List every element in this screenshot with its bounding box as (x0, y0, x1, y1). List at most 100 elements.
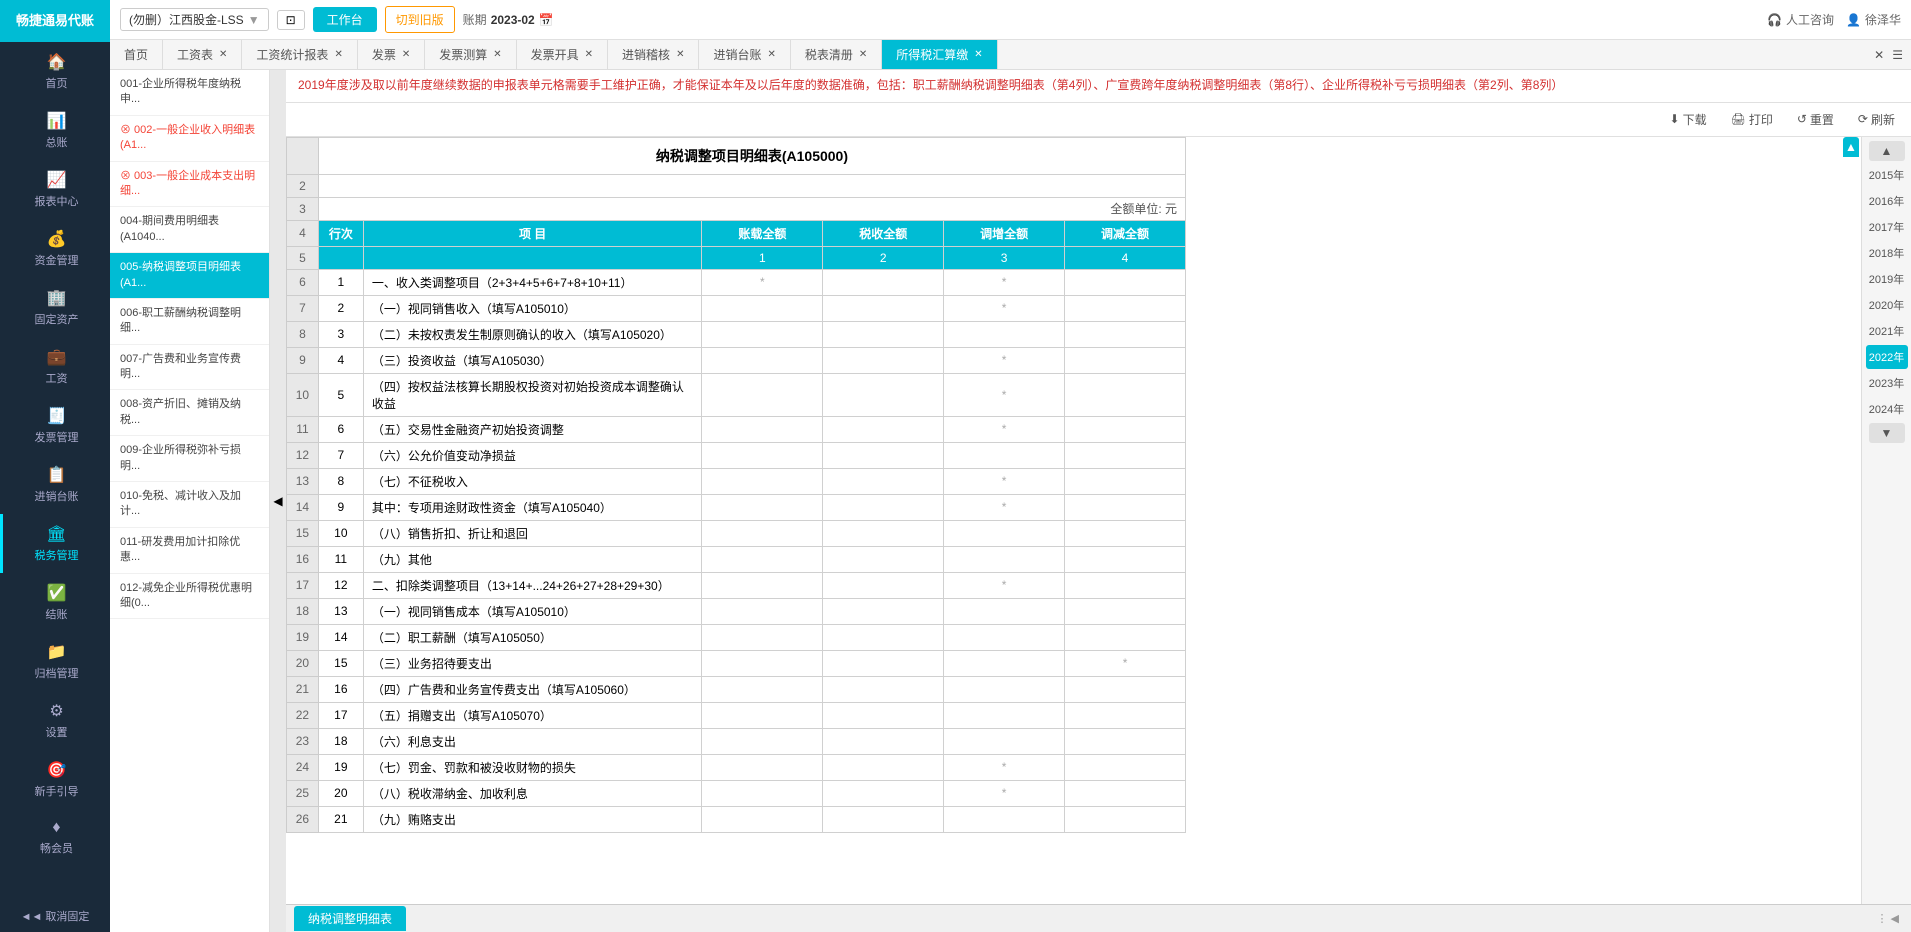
print-button[interactable]: 🖨 打印 (1725, 108, 1779, 131)
tab-invoice-open[interactable]: 发票开具✕ (517, 40, 608, 69)
user-section[interactable]: 👤 徐泽华 (1846, 11, 1901, 28)
col4-cell[interactable] (1065, 269, 1186, 295)
col4-cell[interactable] (1065, 624, 1186, 650)
item-cell[interactable]: （四）按权益法核算长期股权投资对初始投资成本调整确认收益 (363, 373, 702, 416)
year-2015[interactable]: 2015年 (1866, 163, 1908, 187)
col3-cell[interactable] (944, 702, 1065, 728)
old-version-button[interactable]: 切到旧版 (385, 6, 455, 33)
left-item-003[interactable]: ⊗ 003-一般企业成本支出明细... (110, 162, 269, 208)
year-2018[interactable]: 2018年 (1866, 241, 1908, 265)
col2-cell[interactable] (823, 728, 944, 754)
close-tab-income-tax[interactable]: ✕ (974, 49, 982, 60)
col3-cell[interactable]: * (944, 373, 1065, 416)
col4-cell[interactable] (1065, 598, 1186, 624)
calendar-icon[interactable]: 📅 (539, 13, 554, 27)
item-cell[interactable]: （四）广告费和业务宣传费支出（填写A105060） (363, 676, 702, 702)
col3-cell[interactable]: * (944, 295, 1065, 321)
col3-cell[interactable]: * (944, 754, 1065, 780)
item-cell[interactable]: （九）其他 (363, 546, 702, 572)
col2-cell[interactable] (823, 650, 944, 676)
refresh-button[interactable]: ⟳ 刷新 (1852, 108, 1901, 131)
col3-cell[interactable]: * (944, 468, 1065, 494)
item-cell[interactable]: （三）投资收益（填写A105030） (363, 347, 702, 373)
col1-cell[interactable] (702, 373, 823, 416)
col1-cell[interactable] (702, 442, 823, 468)
year-2016[interactable]: 2016年 (1866, 189, 1908, 213)
col1-cell[interactable] (702, 780, 823, 806)
col2-cell[interactable] (823, 295, 944, 321)
col2-cell[interactable] (823, 546, 944, 572)
left-item-005[interactable]: 005-纳税调整项目明细表(A1... (110, 253, 269, 299)
col2-cell[interactable] (823, 676, 944, 702)
item-cell[interactable]: （七）罚金、罚款和被没收财物的损失 (363, 754, 702, 780)
sidebar-item-invoice[interactable]: 🧾 发票管理 (0, 396, 110, 455)
col2-cell[interactable] (823, 347, 944, 373)
item-cell[interactable]: （二）职工薪酬（填写A105050） (363, 624, 702, 650)
tab-invoice-calc[interactable]: 发票测算✕ (425, 40, 516, 69)
sidebar-item-member[interactable]: ♦ 畅会员 (0, 809, 110, 866)
col1-cell[interactable] (702, 321, 823, 347)
support-section[interactable]: 🎧 人工咨询 (1767, 11, 1834, 28)
tab-purchase-ledger[interactable]: 进销台账✕ (699, 40, 790, 69)
sidebar-item-purchase[interactable]: 📋 进销台账 (0, 455, 110, 514)
col1-cell[interactable] (702, 650, 823, 676)
item-cell[interactable]: （九）贿赂支出 (363, 806, 702, 832)
year-2021[interactable]: 2021年 (1866, 319, 1908, 343)
left-item-001[interactable]: 001-企业所得税年度纳税申... (110, 70, 269, 116)
left-item-006[interactable]: 006-职工薪酬纳税调整明细... (110, 299, 269, 345)
sidebar-item-assets[interactable]: 🏢 固定资产 (0, 278, 110, 337)
year-2017[interactable]: 2017年 (1866, 215, 1908, 239)
col1-cell[interactable] (702, 754, 823, 780)
year-2020[interactable]: 2020年 (1866, 293, 1908, 317)
item-cell[interactable]: （六）公允价值变动净损益 (363, 442, 702, 468)
col4-cell[interactable] (1065, 494, 1186, 520)
tab-purchase-check[interactable]: 进销稽核✕ (608, 40, 699, 69)
col1-cell[interactable] (702, 702, 823, 728)
left-item-008[interactable]: 008-资产折旧、摊销及纳税... (110, 390, 269, 436)
col2-cell[interactable] (823, 572, 944, 598)
col4-cell[interactable] (1065, 806, 1186, 832)
col3-cell[interactable] (944, 806, 1065, 832)
col3-cell[interactable] (944, 676, 1065, 702)
left-item-010[interactable]: 010-免税、减计收入及加计... (110, 482, 269, 528)
col3-cell[interactable]: * (944, 780, 1065, 806)
col1-cell[interactable] (702, 295, 823, 321)
col1-cell[interactable] (702, 624, 823, 650)
col3-cell[interactable]: * (944, 494, 1065, 520)
col2-cell[interactable] (823, 416, 944, 442)
col3-cell[interactable]: * (944, 347, 1065, 373)
col2-cell[interactable] (823, 702, 944, 728)
col4-cell[interactable] (1065, 728, 1186, 754)
close-tab-tax-list[interactable]: ✕ (859, 49, 867, 60)
col4-cell[interactable] (1065, 520, 1186, 546)
item-cell[interactable]: （二）未按权责发生制原则确认的收入（填写A105020） (363, 321, 702, 347)
tab-salary[interactable]: 工资表✕ (163, 40, 242, 69)
col1-cell[interactable] (702, 806, 823, 832)
col1-cell[interactable] (702, 494, 823, 520)
col3-cell[interactable] (944, 520, 1065, 546)
sidebar-item-settings[interactable]: ⚙ 设置 (0, 691, 110, 750)
col4-cell[interactable]: * (1065, 650, 1186, 676)
scroll-up-btn[interactable]: ▲ (1843, 137, 1859, 157)
tabs-menu-icon[interactable]: ☰ (1892, 48, 1903, 62)
left-item-002[interactable]: ⊗ 002-一般企业收入明细表(A1... (110, 116, 269, 162)
col1-cell[interactable] (702, 728, 823, 754)
col1-cell[interactable] (702, 416, 823, 442)
sidebar-item-tax[interactable]: 🏛 税务管理 (0, 514, 110, 573)
item-cell[interactable]: （八）税收滞纳金、加收利息 (363, 780, 702, 806)
left-item-009[interactable]: 009-企业所得税弥补亏损明... (110, 436, 269, 482)
col3-cell[interactable]: * (944, 416, 1065, 442)
download-button[interactable]: ⬇ 下载 (1664, 108, 1713, 131)
col3-cell[interactable] (944, 728, 1065, 754)
year-2022[interactable]: 2022年 (1866, 345, 1908, 369)
item-cell[interactable]: （八）销售折扣、折让和退回 (363, 520, 702, 546)
col2-cell[interactable] (823, 598, 944, 624)
item-cell[interactable]: 二、扣除类调整项目（13+14+...24+26+27+28+29+30） (363, 572, 702, 598)
tab-invoice[interactable]: 发票✕ (358, 40, 425, 69)
sidebar-item-guide[interactable]: 🎯 新手引导 (0, 750, 110, 809)
sidebar-item-close[interactable]: ✅ 结账 (0, 573, 110, 632)
tab-home[interactable]: 首页 (110, 40, 163, 69)
collapse-handle[interactable]: ◀ (270, 70, 286, 932)
col2-cell[interactable] (823, 468, 944, 494)
close-tab-salary[interactable]: ✕ (219, 49, 227, 60)
